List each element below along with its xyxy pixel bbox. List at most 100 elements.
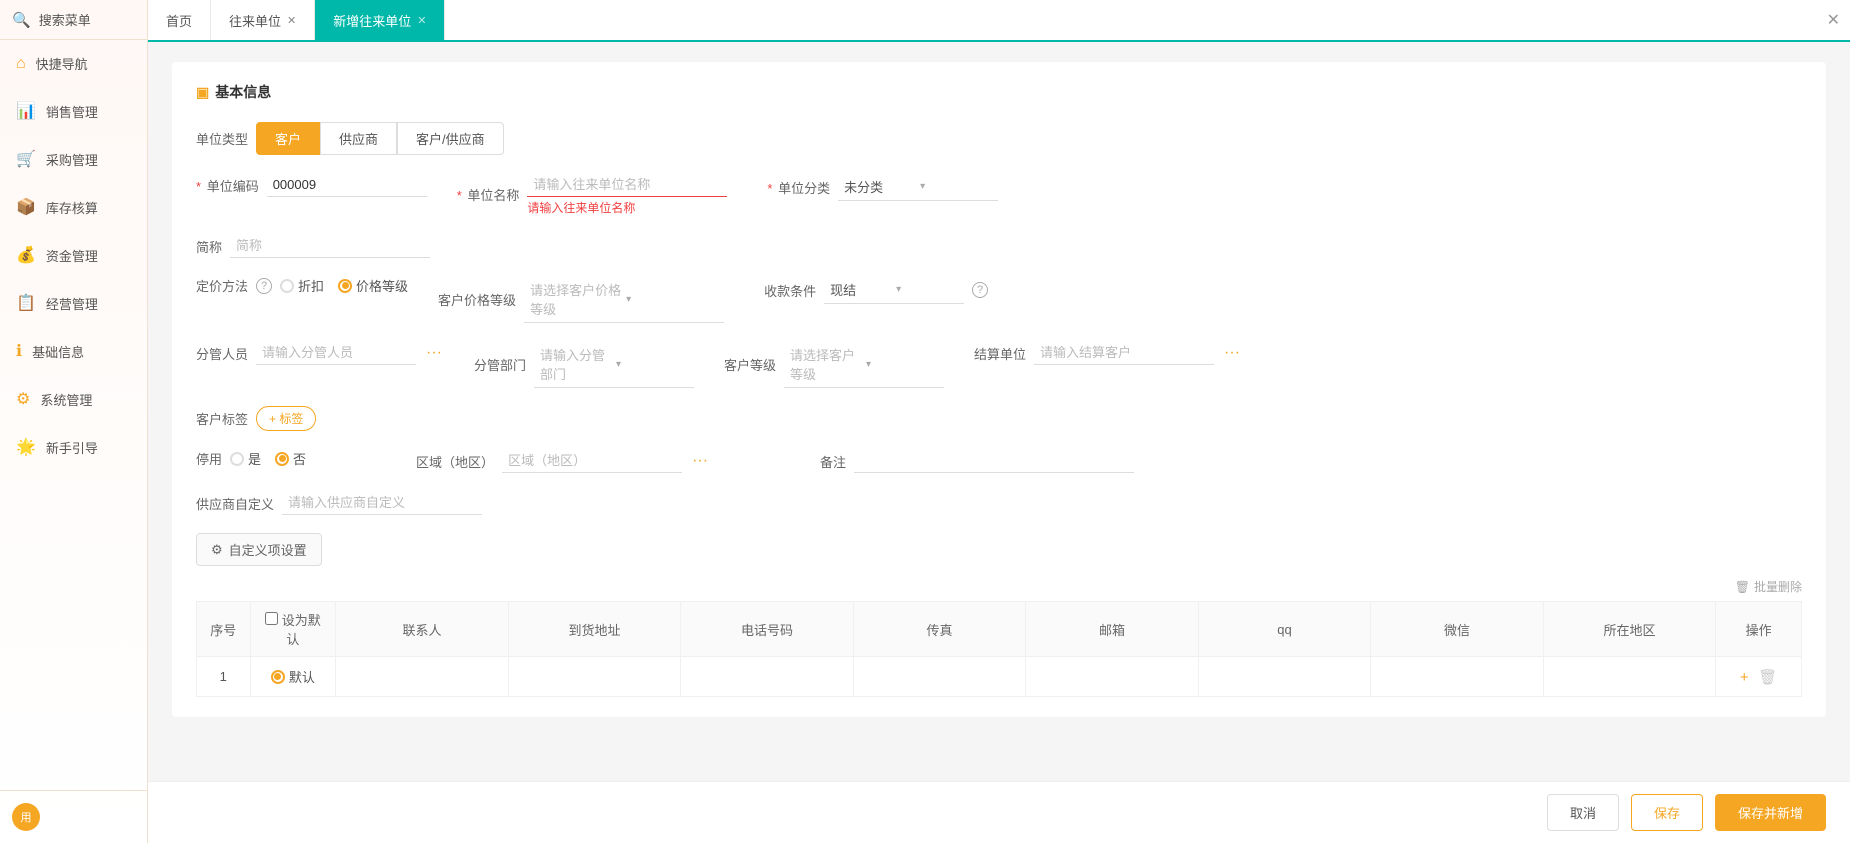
customize-settings-button[interactable]: ⚙ 自定义项设置 [196, 533, 322, 566]
settlement-unit-more-icon[interactable]: ··· [1222, 344, 1242, 362]
sidebar-item-label: 资金管理 [46, 246, 98, 265]
unit-code-label: * 单位编码 [196, 176, 259, 195]
pricing-tooltip-icon[interactable]: ? [256, 278, 272, 294]
customize-settings-row: ⚙ 自定义项设置 [196, 533, 1802, 566]
sidebar-item-inventory[interactable]: 📦 库存核算 [0, 183, 147, 231]
table-row: 1 默认 [197, 657, 1802, 697]
customer-level-select[interactable]: 请选择客户等级 ▾ [784, 341, 944, 388]
payment-terms-tooltip-icon[interactable]: ? [972, 282, 988, 298]
radio-price-level[interactable]: 价格等级 [338, 276, 408, 295]
radio-yes-circle [230, 452, 244, 466]
region-label: 区域（地区） [416, 452, 494, 471]
col-header-addr: 到货地址 [508, 602, 681, 657]
row-fax-input[interactable] [870, 665, 1010, 688]
chart-icon: 📊 [16, 101, 36, 121]
section-title-label: 基本信息 [215, 82, 271, 102]
main-area: 首页 往来单位 ✕ 新增往来单位 ✕ ✕ ▣ 基本信息 单位类型 客户 [148, 0, 1850, 843]
manager-row: 分管人员 ··· 分管部门 请输入分管部门 ▾ 客户等级 请选择客户等级 ▾ [196, 341, 1802, 388]
tab-bar: 首页 往来单位 ✕ 新增往来单位 ✕ ✕ [148, 0, 1850, 42]
sidebar-item-basic-info[interactable]: ℹ 基础信息 [0, 327, 147, 375]
tag-row: 客户标签 + 标签 [196, 406, 1802, 431]
type-btn-supplier[interactable]: 供应商 [320, 122, 397, 155]
chevron-down-icon4: ▾ [616, 359, 688, 370]
unit-category-select[interactable]: 未分类 ▾ [838, 173, 998, 201]
row-fax[interactable] [853, 657, 1026, 697]
remark-label: 备注 [820, 452, 846, 471]
supplier-custom-input[interactable] [282, 491, 482, 515]
sidebar-item-system[interactable]: ⚙ 系统管理 [0, 375, 147, 423]
tab-contacts[interactable]: 往来单位 ✕ [211, 0, 315, 40]
chevron-down-icon5: ▾ [866, 359, 938, 370]
row-phone-input[interactable] [697, 665, 837, 688]
row-contact-input[interactable] [352, 665, 492, 688]
sidebar-item-guide[interactable]: 🌟 新手引导 [0, 423, 147, 471]
close-window-button[interactable]: ✕ [1827, 10, 1840, 30]
select-all-checkbox[interactable] [265, 612, 278, 625]
tab-new-contact[interactable]: 新增往来单位 ✕ [315, 0, 445, 40]
customer-price-level-select[interactable]: 请选择客户价格等级 ▾ [524, 276, 724, 323]
region-more-icon[interactable]: ··· [690, 452, 710, 470]
radio-discount[interactable]: 折扣 [280, 276, 324, 295]
row-wechat[interactable] [1371, 657, 1544, 697]
unit-category-value: 未分类 [844, 177, 916, 196]
close-tab-new-contact-icon[interactable]: ✕ [417, 14, 426, 27]
close-tab-contacts-icon[interactable]: ✕ [287, 14, 296, 27]
save-button[interactable]: 保存 [1631, 794, 1703, 831]
radio-yes-label: 是 [248, 449, 261, 468]
sidebar-item-label: 基础信息 [32, 342, 84, 361]
row-email-input[interactable] [1042, 665, 1182, 688]
row-default-radio[interactable]: 默认 [261, 667, 326, 686]
required-mark-name: * [457, 188, 462, 203]
radio-price-level-label: 价格等级 [356, 276, 408, 295]
row-region-input[interactable] [1560, 665, 1700, 688]
type-btn-both[interactable]: 客户/供应商 [397, 122, 504, 155]
batch-delete-button[interactable]: 🗑 批量删除 [1735, 578, 1802, 595]
col-header-fax: 传真 [853, 602, 1026, 657]
tag-add-label: + 标签 [269, 410, 303, 427]
row-phone[interactable] [681, 657, 854, 697]
remark-input[interactable] [854, 449, 1134, 473]
chevron-down-icon: ▾ [920, 181, 992, 192]
chevron-down-icon3: ▾ [896, 284, 958, 295]
row-add-button[interactable]: + [1737, 669, 1752, 686]
dept-placeholder: 请输入分管部门 [540, 345, 612, 383]
row-region[interactable] [1543, 657, 1716, 697]
row-address[interactable] [508, 657, 681, 697]
row-wechat-input[interactable] [1387, 665, 1527, 688]
sidebar-item-sales[interactable]: 📊 销售管理 [0, 87, 147, 135]
customer-tag-field: 客户标签 + 标签 [196, 406, 316, 431]
row-contact[interactable] [336, 657, 509, 697]
sidebar-item-operations[interactable]: 📋 经营管理 [0, 279, 147, 327]
manager-input[interactable] [256, 341, 416, 365]
radio-yes[interactable]: 是 [230, 449, 261, 468]
basic-info-card: ▣ 基本信息 单位类型 客户 供应商 客户/供应商 * [172, 62, 1826, 717]
dept-select[interactable]: 请输入分管部门 ▾ [534, 341, 694, 388]
row-address-input[interactable] [525, 665, 665, 688]
sidebar-search[interactable]: 🔍 搜索菜单 [0, 0, 147, 40]
save-and-new-button[interactable]: 保存并新增 [1715, 794, 1826, 831]
manager-more-icon[interactable]: ··· [424, 344, 444, 362]
customer-price-level-placeholder: 请选择客户价格等级 [530, 280, 622, 318]
radio-no[interactable]: 否 [275, 449, 306, 468]
cancel-button[interactable]: 取消 [1547, 794, 1619, 831]
sidebar-item-purchase[interactable]: 🛒 采购管理 [0, 135, 147, 183]
row-qq[interactable] [1198, 657, 1371, 697]
sidebar-item-home[interactable]: ⌂ 快捷导航 [0, 40, 147, 87]
tag-add-button[interactable]: + 标签 [256, 406, 316, 431]
unit-code-input[interactable] [267, 173, 427, 197]
sidebar-footer: 用 [0, 790, 147, 843]
row-delete-button[interactable]: 🗑 [1755, 669, 1780, 686]
supplier-custom-field: 供应商自定义 [196, 491, 482, 515]
region-input[interactable] [502, 449, 682, 473]
row-qq-input[interactable] [1215, 665, 1355, 688]
settlement-unit-input[interactable] [1034, 341, 1214, 365]
short-name-input[interactable] [230, 234, 430, 258]
unit-name-error: 请输入往来单位名称 [527, 199, 727, 216]
sidebar-item-label: 新手引导 [46, 438, 98, 457]
sidebar-item-finance[interactable]: 💰 资金管理 [0, 231, 147, 279]
unit-name-input[interactable] [527, 173, 727, 197]
row-email[interactable] [1026, 657, 1199, 697]
tab-home[interactable]: 首页 [148, 0, 211, 40]
type-btn-customer[interactable]: 客户 [256, 122, 320, 155]
payment-terms-select[interactable]: 现结 ▾ [824, 276, 964, 304]
